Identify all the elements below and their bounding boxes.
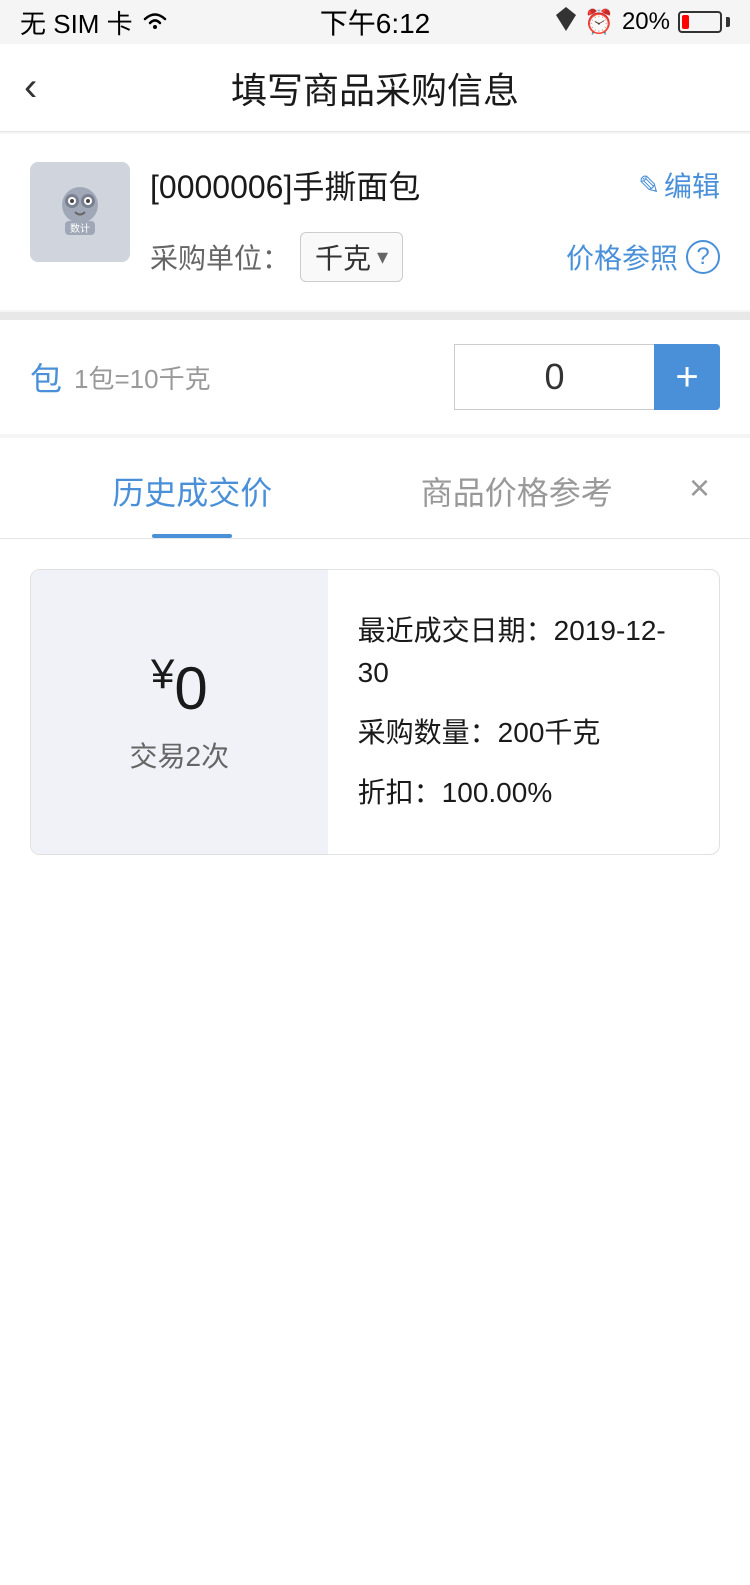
recent-date: 最近成交日期：2019-12-30 [358, 610, 689, 694]
tab2-label: 商品价格参考 [421, 475, 613, 511]
price-card-area: ¥¥00 交易2次 最近成交日期：2019-12-30 采购数量：200千克 折… [0, 539, 750, 885]
status-bar: 无 SIM 卡 下午6:12 ⏰ 20% [0, 0, 750, 44]
price-ref-label: 价格参照 [566, 237, 678, 277]
price-panel: 历史成交价 商品价格参考 × ¥¥00 交易2次 最近成交日期：2019-12-… [0, 438, 750, 885]
divider [0, 312, 750, 320]
plus-icon: + [675, 355, 698, 400]
price-summary: ¥¥00 交易2次 [31, 570, 328, 854]
product-name-text: 手撕面包 [292, 169, 420, 205]
carrier-text: 无 SIM 卡 [20, 4, 133, 41]
trade-count: 交易2次 [130, 735, 230, 775]
price-details: 最近成交日期：2019-12-30 采购数量：200千克 折扣：100.00% [328, 570, 719, 854]
product-image: 数计 [30, 162, 130, 262]
unit-value: 千克 [315, 237, 371, 277]
nav-bar: ‹ 填写商品采购信息 [0, 44, 750, 132]
price-card: ¥¥00 交易2次 最近成交日期：2019-12-30 采购数量：200千克 折… [30, 569, 720, 855]
tab1-label: 历史成交价 [112, 475, 272, 511]
currency-symbol: ¥ [151, 650, 174, 697]
status-carrier: 无 SIM 卡 [20, 4, 169, 41]
edit-icon: ✎ [638, 170, 660, 201]
tab-product-price-ref[interactable]: 商品价格参考 [354, 438, 678, 538]
quantity-section: 包 1包=10千克 0 + [0, 312, 750, 434]
edit-button[interactable]: ✎ 编辑 [638, 165, 720, 205]
unit-convert-text: 1包=10千克 [74, 359, 211, 396]
quantity-unit-label: 包 [30, 354, 62, 400]
close-icon: × [689, 467, 710, 509]
unit-label: 采购单位： [150, 237, 290, 277]
battery-percent: 20% [622, 8, 670, 36]
help-icon: ? [686, 240, 720, 274]
bottom-space [0, 885, 750, 1585]
quantity-plus-button[interactable]: + [654, 344, 720, 410]
edit-label: 编辑 [664, 165, 720, 205]
purchase-qty: 采购数量：200千克 [358, 712, 689, 754]
product-info: [0000006]手撕面包 ✎ 编辑 采购单位： 千克 ▾ 价格参照 ? [150, 162, 720, 282]
chevron-down-icon: ▾ [377, 244, 388, 270]
product-card: 数计 [0000006]手撕面包 ✎ 编辑 采购单位： 千克 ▾ 价格参照 [0, 134, 750, 310]
quantity-row: 包 1包=10千克 0 + [0, 320, 750, 434]
discount: 折扣：100.00% [358, 772, 689, 814]
back-icon: ‹ [24, 65, 37, 110]
tab-history-price[interactable]: 历史成交价 [30, 438, 354, 538]
battery-icon [678, 11, 730, 33]
alarm-icon: ⏰ [584, 8, 614, 37]
svg-text:数计: 数计 [70, 222, 90, 235]
product-name: [0000006]手撕面包 [150, 162, 420, 208]
quantity-unit-info: 包 1包=10千克 [30, 354, 211, 400]
quantity-input-group: 0 + [454, 344, 720, 410]
location-icon [556, 7, 576, 38]
page-title: 填写商品采购信息 [231, 62, 519, 114]
unit-select[interactable]: 千克 ▾ [300, 232, 403, 282]
close-panel-button[interactable]: × [679, 457, 720, 519]
product-id: [0000006] [150, 169, 292, 205]
status-right: ⏰ 20% [556, 7, 730, 38]
price-reference-button[interactable]: 价格参照 ? [566, 237, 720, 277]
back-button[interactable]: ‹ [24, 65, 37, 110]
wifi-icon [141, 7, 169, 38]
price-tabs: 历史成交价 商品价格参考 × [0, 438, 750, 539]
quantity-input[interactable]: 0 [454, 344, 654, 410]
price-amount: ¥¥00 [151, 650, 208, 723]
status-time: 下午6:12 [320, 2, 431, 42]
